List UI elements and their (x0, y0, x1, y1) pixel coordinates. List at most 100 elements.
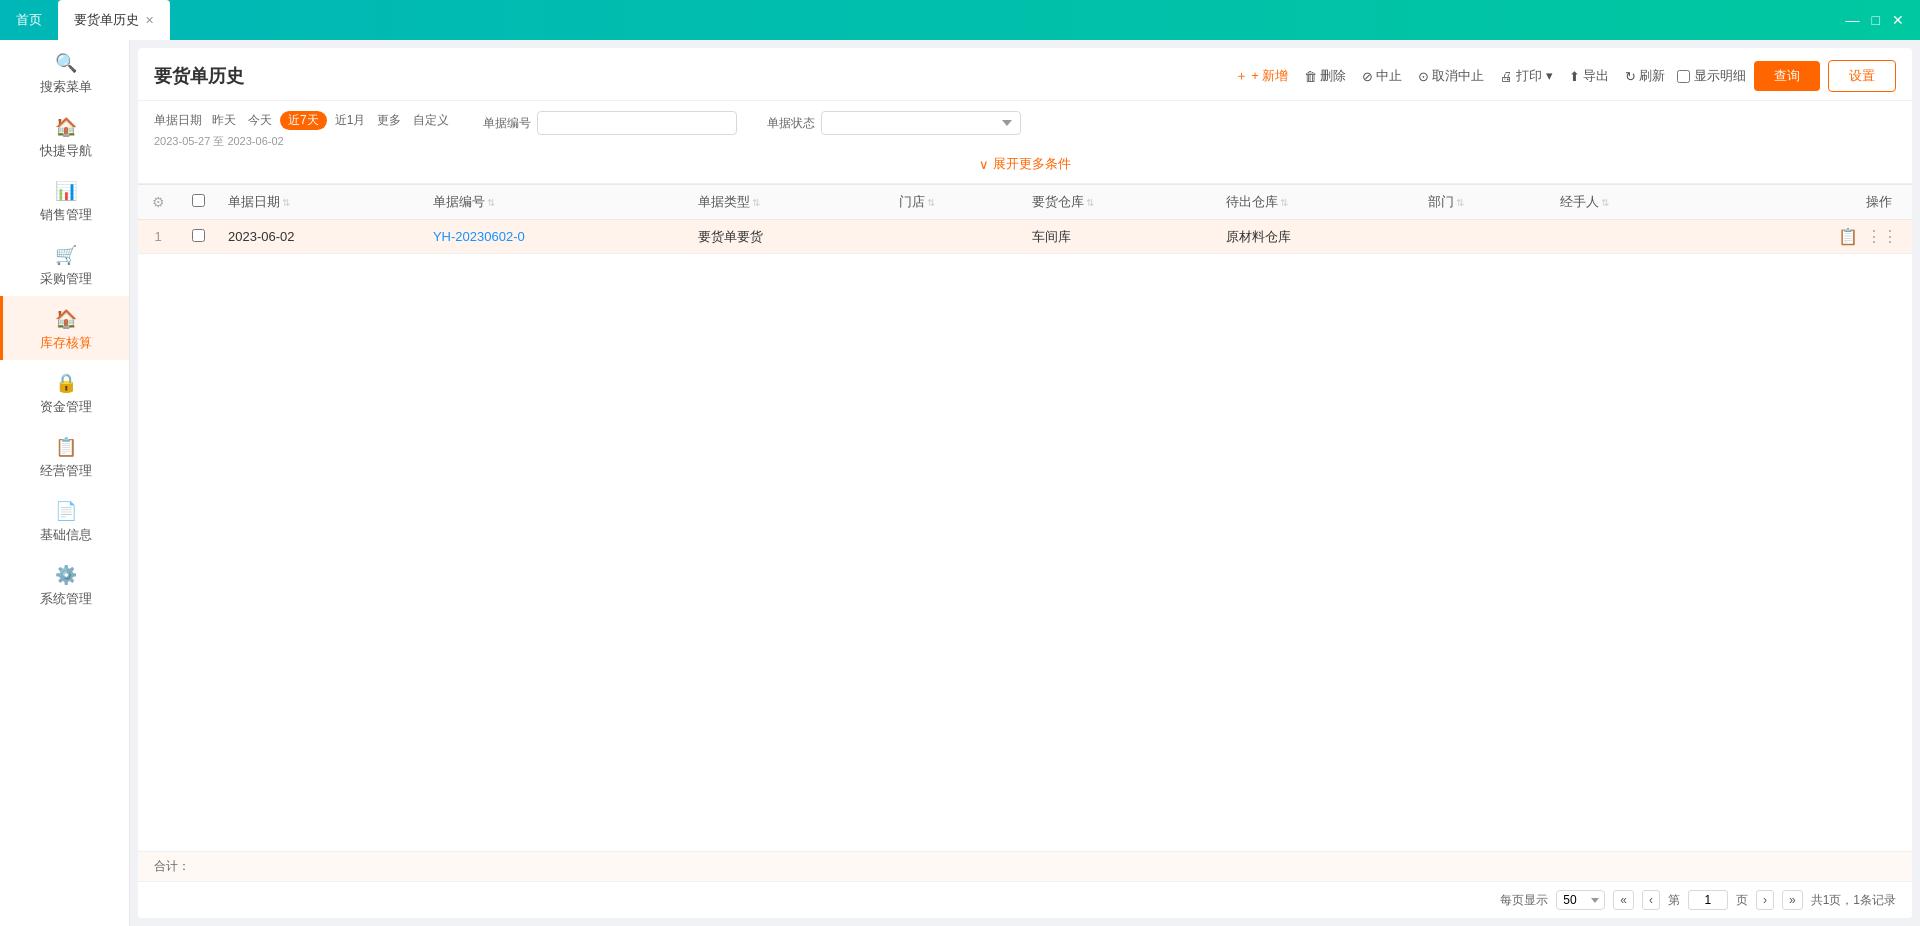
sidebar-item-sales-mgmt-label: 销售管理 (40, 206, 92, 224)
bill-no-label: 单据编号 (483, 115, 531, 132)
bill-status-filter: 单据状态 (767, 111, 1021, 135)
cancel-suspend-label: 取消中止 (1432, 67, 1484, 85)
expand-more-btn[interactable]: ∨ 展开更多条件 (154, 155, 1896, 173)
bill-status-label: 单据状态 (767, 115, 815, 132)
page-size-select[interactable]: 10 20 50 100 (1556, 890, 1605, 910)
settings-button[interactable]: 设置 (1828, 60, 1896, 92)
tab-home[interactable]: 首页 (0, 0, 58, 40)
sidebar-item-search-menu-label: 搜索菜单 (40, 78, 92, 96)
cancel-suspend-button[interactable]: ⊙ 取消中止 (1414, 65, 1488, 87)
bill-status-select[interactable] (821, 111, 1021, 135)
date-btn-custom[interactable]: 自定义 (409, 111, 453, 130)
row-bill-no[interactable]: YH-20230602-0 (423, 220, 688, 254)
display-detail-toggle[interactable]: 显示明细 (1677, 67, 1746, 85)
sidebar-item-quick-nav[interactable]: 🏠 快捷导航 (0, 104, 129, 168)
col-req-warehouse[interactable]: 要货仓库⇅ (1022, 185, 1216, 220)
table-body: 1 2023-06-02 YH-20230602-0 要货单要货 车间库 原材料… (138, 220, 1912, 254)
finance-icon: 🔒 (55, 372, 77, 394)
tab-bar: 首页 要货单历史 ✕ (0, 0, 1846, 40)
sidebar-item-system-mgmt[interactable]: ⚙️ 系统管理 (0, 552, 129, 616)
col-bill-no[interactable]: 单据编号⇅ (423, 185, 688, 220)
sort-icon-handler: ⇅ (1601, 197, 1609, 208)
query-button[interactable]: 查询 (1754, 61, 1820, 91)
maximize-button[interactable]: □ (1872, 12, 1880, 28)
col-store[interactable]: 门店⇅ (889, 185, 1022, 220)
col-department[interactable]: 部门⇅ (1418, 185, 1551, 220)
page-label-page: 页 (1736, 892, 1748, 909)
col-handler[interactable]: 经手人⇅ (1550, 185, 1713, 220)
table-area: ⚙ 单据日期⇅ 单据编号⇅ 单据类型⇅ (138, 184, 1912, 851)
close-button[interactable]: ✕ (1892, 12, 1904, 28)
new-icon: ＋ (1235, 67, 1248, 85)
date-btn-group: 昨天 今天 近7天 近1月 更多 自定义 (208, 111, 453, 130)
sidebar-item-system-mgmt-label: 系统管理 (40, 590, 92, 608)
row-checkbox[interactable] (192, 229, 205, 242)
sidebar-item-basic-info-label: 基础信息 (40, 526, 92, 544)
tab-requisition-history-label: 要货单历史 (74, 11, 139, 29)
delete-button[interactable]: 🗑 删除 (1300, 65, 1350, 87)
select-all-checkbox[interactable] (192, 194, 205, 207)
ops-icon: 📋 (55, 436, 77, 458)
sidebar-item-purchase-mgmt[interactable]: 🛒 采购管理 (0, 232, 129, 296)
page-label-first: 第 (1668, 892, 1680, 909)
basic-info-icon: 📄 (55, 500, 77, 522)
sidebar-item-sales-mgmt[interactable]: 📊 销售管理 (0, 168, 129, 232)
export-button[interactable]: ⬆ 导出 (1565, 65, 1613, 87)
inventory-icon: 🏠 (55, 308, 77, 330)
home-icon: 🏠 (55, 116, 77, 138)
refresh-icon: ↻ (1625, 69, 1636, 84)
sidebar-item-finance-mgmt[interactable]: 🔒 资金管理 (0, 360, 129, 424)
sidebar-item-ops-mgmt[interactable]: 📋 经营管理 (0, 424, 129, 488)
date-filter-inline: 单据日期 昨天 今天 近7天 近1月 更多 自定义 (154, 111, 453, 130)
filter-row: 单据日期 昨天 今天 近7天 近1月 更多 自定义 2023-05-27 至 2… (154, 111, 1896, 149)
print-button[interactable]: 🖨 打印 ▾ (1496, 65, 1557, 87)
col-bill-date[interactable]: 单据日期⇅ (218, 185, 423, 220)
main-layout: 🔍 搜索菜单 🏠 快捷导航 📊 销售管理 🛒 采购管理 🏠 库存核算 🔒 资金管… (0, 40, 1920, 926)
sidebar-item-basic-info[interactable]: 📄 基础信息 (0, 488, 129, 552)
tab-close-icon[interactable]: ✕ (145, 14, 154, 27)
col-bill-type[interactable]: 单据类型⇅ (688, 185, 889, 220)
date-btn-last7days[interactable]: 近7天 (280, 111, 327, 130)
sales-icon: 📊 (55, 180, 77, 202)
export-label: 导出 (1583, 67, 1609, 85)
display-detail-checkbox[interactable] (1677, 70, 1690, 83)
suspend-button[interactable]: ⊘ 中止 (1358, 65, 1406, 87)
print-label: 打印 ▾ (1516, 67, 1553, 85)
date-range-display: 2023-05-27 至 2023-06-02 (154, 134, 453, 149)
expand-down-icon: ∨ (979, 157, 989, 172)
sidebar-item-inventory-label: 库存核算 (40, 334, 92, 352)
first-page-button[interactable]: « (1613, 890, 1634, 910)
date-btn-last1month[interactable]: 近1月 (331, 111, 370, 130)
page-header: 要货单历史 ＋ + 新增 🗑 删除 ⊘ 中止 ⊙ 取消中止 (138, 48, 1912, 101)
sort-icon-bill-type: ⇅ (752, 197, 760, 208)
row-more-icon[interactable]: ⋮⋮ (1866, 228, 1898, 245)
tab-requisition-history[interactable]: 要货单历史 ✕ (58, 0, 170, 40)
date-btn-today[interactable]: 今天 (244, 111, 276, 130)
sort-icon-pending-warehouse: ⇅ (1280, 197, 1288, 208)
delete-icon: 🗑 (1304, 69, 1317, 84)
row-pending-warehouse: 原材料仓库 (1216, 220, 1417, 254)
suspend-label: 中止 (1376, 67, 1402, 85)
row-edit-icon[interactable]: 📋 (1838, 228, 1858, 245)
minimize-button[interactable]: — (1846, 12, 1860, 28)
sidebar-item-inventory[interactable]: 🏠 库存核算 (0, 296, 129, 360)
col-pending-warehouse[interactable]: 待出仓库⇅ (1216, 185, 1417, 220)
refresh-button[interactable]: ↻ 刷新 (1621, 65, 1669, 87)
last-page-button[interactable]: » (1782, 890, 1803, 910)
date-btn-yesterday[interactable]: 昨天 (208, 111, 240, 130)
bill-no-link[interactable]: YH-20230602-0 (433, 229, 525, 244)
settings-gear-icon[interactable]: ⚙ (152, 194, 165, 210)
new-button[interactable]: ＋ + 新增 (1231, 65, 1292, 87)
date-btn-more[interactable]: 更多 (373, 111, 405, 130)
col-settings[interactable]: ⚙ (138, 185, 178, 220)
prev-page-button[interactable]: ‹ (1642, 890, 1660, 910)
tab-home-label: 首页 (16, 11, 42, 29)
bill-no-input[interactable] (537, 111, 737, 135)
sidebar-item-search-menu[interactable]: 🔍 搜索菜单 (0, 40, 129, 104)
row-handler (1550, 220, 1713, 254)
table-header-row: ⚙ 单据日期⇅ 单据编号⇅ 单据类型⇅ (138, 185, 1912, 220)
sidebar-item-finance-mgmt-label: 资金管理 (40, 398, 92, 416)
sort-icon-bill-date: ⇅ (282, 197, 290, 208)
page-number-input[interactable] (1688, 890, 1728, 910)
next-page-button[interactable]: › (1756, 890, 1774, 910)
